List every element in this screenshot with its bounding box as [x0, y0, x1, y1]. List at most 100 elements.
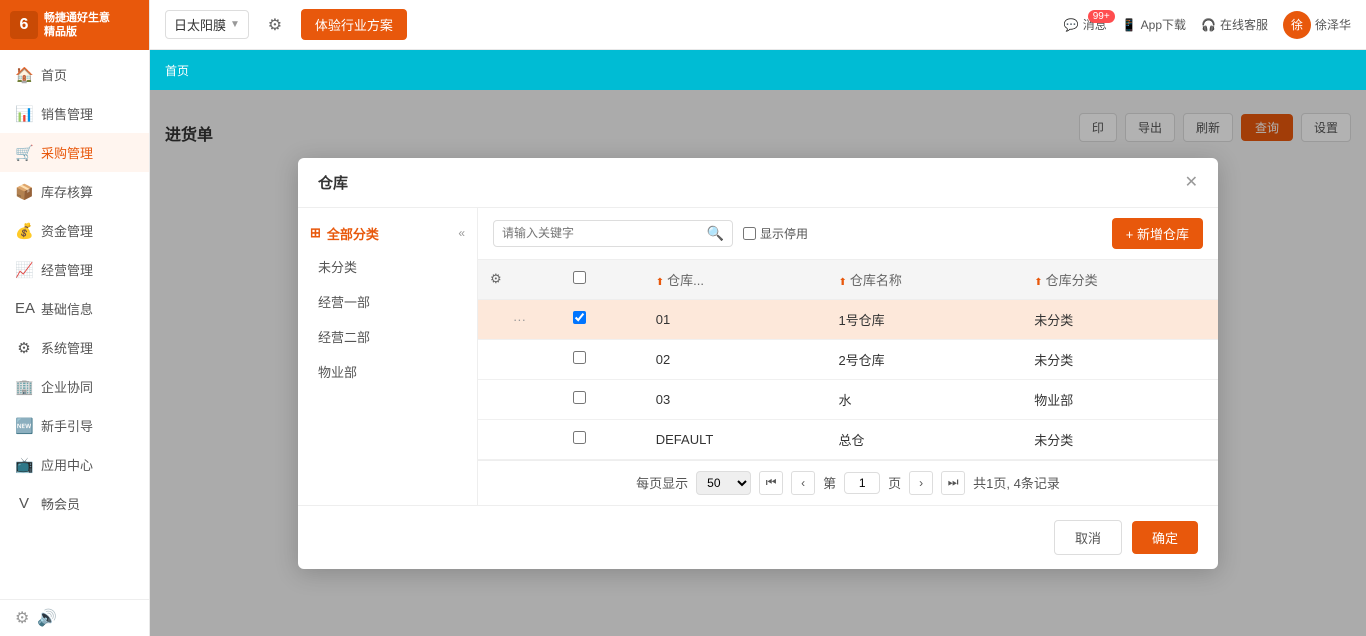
logo-icon: 6	[10, 11, 38, 39]
sound-footer-icon[interactable]: 🔊	[37, 608, 57, 628]
category-item-dept1[interactable]: 经营一部	[298, 284, 477, 319]
sidebar-label-guide: 新手引导	[41, 416, 93, 435]
category-item-property[interactable]: 物业部	[298, 354, 477, 389]
sidebar-icon-guide: 🆕	[15, 417, 33, 435]
page-label: 第	[823, 473, 836, 492]
store-selector[interactable]: 日太阳膜 ▼	[165, 10, 249, 39]
cancel-btn[interactable]: 取消	[1054, 520, 1122, 555]
teal-breadcrumb-bar: 首页	[150, 50, 1366, 90]
last-page-btn[interactable]: ⏭	[941, 471, 965, 495]
sidebar-footer: ⚙ 🔊	[0, 599, 149, 636]
sidebar-icon-home: 🏠	[15, 66, 33, 84]
avatar: 徐	[1283, 11, 1311, 39]
app-icon: 📱	[1122, 18, 1137, 32]
show-disabled-checkbox[interactable]	[743, 227, 756, 240]
sidebar-item-guide[interactable]: 🆕 新手引导	[0, 406, 149, 445]
sidebar-item-appcenter[interactable]: 📺应用中心	[0, 445, 149, 484]
app-download-action[interactable]: 📱 App下载	[1122, 16, 1186, 33]
category-item-dept2[interactable]: 经营二部	[298, 319, 477, 354]
row-checkbox[interactable]	[573, 431, 586, 444]
table-panel: 🔍 显示停用 + 新增仓库	[478, 208, 1218, 505]
more-icon[interactable]: ···	[513, 312, 526, 327]
row-name: 总仓	[826, 419, 1022, 459]
sidebar-logo: 6 畅捷通好生意 精品版	[0, 0, 149, 50]
page-summary: 共1页, 4条记录	[973, 473, 1060, 492]
table-body: ··· 01 1号仓库 未分类 02 2号仓库 未分类 03 水 物业部 DEF…	[478, 299, 1218, 459]
prev-page-btn[interactable]: ‹	[791, 471, 815, 495]
per-page-select[interactable]: 50 10 20 100	[696, 471, 751, 495]
row-gear	[478, 419, 561, 459]
pagination: 每页显示 50 10 20 100 ⏮ ‹ 第 页	[478, 460, 1218, 505]
col-checkbox	[561, 260, 644, 300]
row-code: 01	[644, 299, 827, 339]
header-settings-icon[interactable]: ⚙	[259, 9, 291, 41]
warehouse-modal: 仓库 ✕ ⊞ 全部分类 « 未分类经营一部经营二部物	[298, 158, 1218, 569]
brand-text: 畅捷通好生意 精品版	[44, 11, 110, 40]
row-category: 未分类	[1022, 419, 1218, 459]
settings-footer-icon[interactable]: ⚙	[15, 608, 29, 628]
store-name: 日太阳膜	[174, 15, 226, 34]
row-checkbox[interactable]	[573, 351, 586, 364]
service-label: 在线客服	[1220, 16, 1268, 33]
row-gear	[478, 339, 561, 379]
sidebar-item-purchase[interactable]: 🛒采购管理	[0, 133, 149, 172]
warehouse-table: ⚙ ⬆仓库... ⬆仓库名称 ⬆仓库分类 ··· 01	[478, 260, 1218, 460]
table-toolbar: 🔍 显示停用 + 新增仓库	[478, 208, 1218, 260]
table-row[interactable]: 02 2号仓库 未分类	[478, 339, 1218, 379]
sidebar-item-finance[interactable]: 💰 资金管理	[0, 211, 149, 250]
category-item-uncategorized[interactable]: 未分类	[298, 249, 477, 284]
modal-close-btn[interactable]: ✕	[1185, 172, 1198, 192]
row-gear	[478, 379, 561, 419]
sidebar-label-basic: 基础信息	[41, 299, 93, 318]
sidebar-label-home: 首页	[41, 65, 67, 84]
sidebar-item-sales[interactable]: 📊销售管理	[0, 94, 149, 133]
avatar-initials: 徐	[1291, 16, 1303, 33]
col-category: ⬆仓库分类	[1022, 260, 1218, 300]
add-warehouse-btn[interactable]: + 新增仓库	[1112, 218, 1203, 249]
modal-overlay: 仓库 ✕ ⊞ 全部分类 « 未分类经营一部经营二部物	[150, 90, 1366, 636]
sidebar-item-member[interactable]: V畅会员	[0, 484, 149, 523]
sidebar-icon-finance: 💰	[15, 222, 33, 240]
collapse-icon[interactable]: «	[458, 226, 465, 240]
category-panel: ⊞ 全部分类 « 未分类经营一部经营二部物业部	[298, 208, 478, 505]
sidebar-label-system: 系统管理	[41, 338, 93, 357]
service-action[interactable]: 🎧 在线客服	[1201, 16, 1268, 33]
row-category: 未分类	[1022, 339, 1218, 379]
first-page-btn[interactable]: ⏮	[759, 471, 783, 495]
user-action[interactable]: 徐 徐泽华	[1283, 11, 1351, 39]
table-row[interactable]: ··· 01 1号仓库 未分类	[478, 299, 1218, 339]
sidebar-item-basic[interactable]: EA 基础信息	[0, 289, 149, 328]
select-all-checkbox[interactable]	[573, 271, 586, 284]
sidebar-label-member: 畅会员	[41, 494, 80, 513]
table-row[interactable]: DEFAULT 总仓 未分类	[478, 419, 1218, 459]
row-checkbox[interactable]	[573, 391, 586, 404]
gear-icon: ⚙	[490, 271, 502, 286]
search-input[interactable]	[502, 226, 701, 240]
search-box[interactable]: 🔍	[493, 220, 733, 247]
industry-btn[interactable]: 体验行业方案	[301, 9, 407, 40]
row-checkbox[interactable]	[573, 311, 586, 324]
sidebar-item-inventory[interactable]: 📦库存核算	[0, 172, 149, 211]
page-input[interactable]	[844, 472, 880, 494]
sidebar-item-enterprise[interactable]: 🏢企业协同	[0, 367, 149, 406]
next-page-btn[interactable]: ›	[909, 471, 933, 495]
col-gear: ⚙	[478, 260, 561, 300]
message-icon: 💬	[1064, 18, 1079, 32]
breadcrumb-home[interactable]: 首页	[165, 62, 189, 79]
search-icon[interactable]: 🔍	[707, 225, 724, 242]
col-name: ⬆仓库名称	[826, 260, 1022, 300]
sidebar-item-system[interactable]: ⚙系统管理	[0, 328, 149, 367]
modal-title: 仓库	[318, 172, 348, 193]
sidebar-icon-inventory: 📦	[15, 183, 33, 201]
message-action[interactable]: 💬 消息 99+	[1064, 16, 1107, 33]
category-all-btn[interactable]: ⊞ 全部分类	[310, 224, 379, 243]
sidebar-label-sales: 销售管理	[41, 104, 93, 123]
confirm-btn[interactable]: 确定	[1132, 521, 1198, 554]
sidebar-icon-basic: EA	[15, 300, 33, 317]
col-code: ⬆仓库...	[644, 260, 827, 300]
table-row[interactable]: 03 水 物业部	[478, 379, 1218, 419]
sidebar-label-finance: 资金管理	[41, 221, 93, 240]
sidebar-item-operations[interactable]: 📈经营管理	[0, 250, 149, 289]
row-code: DEFAULT	[644, 419, 827, 459]
sidebar-item-home[interactable]: 🏠 首页	[0, 55, 149, 94]
